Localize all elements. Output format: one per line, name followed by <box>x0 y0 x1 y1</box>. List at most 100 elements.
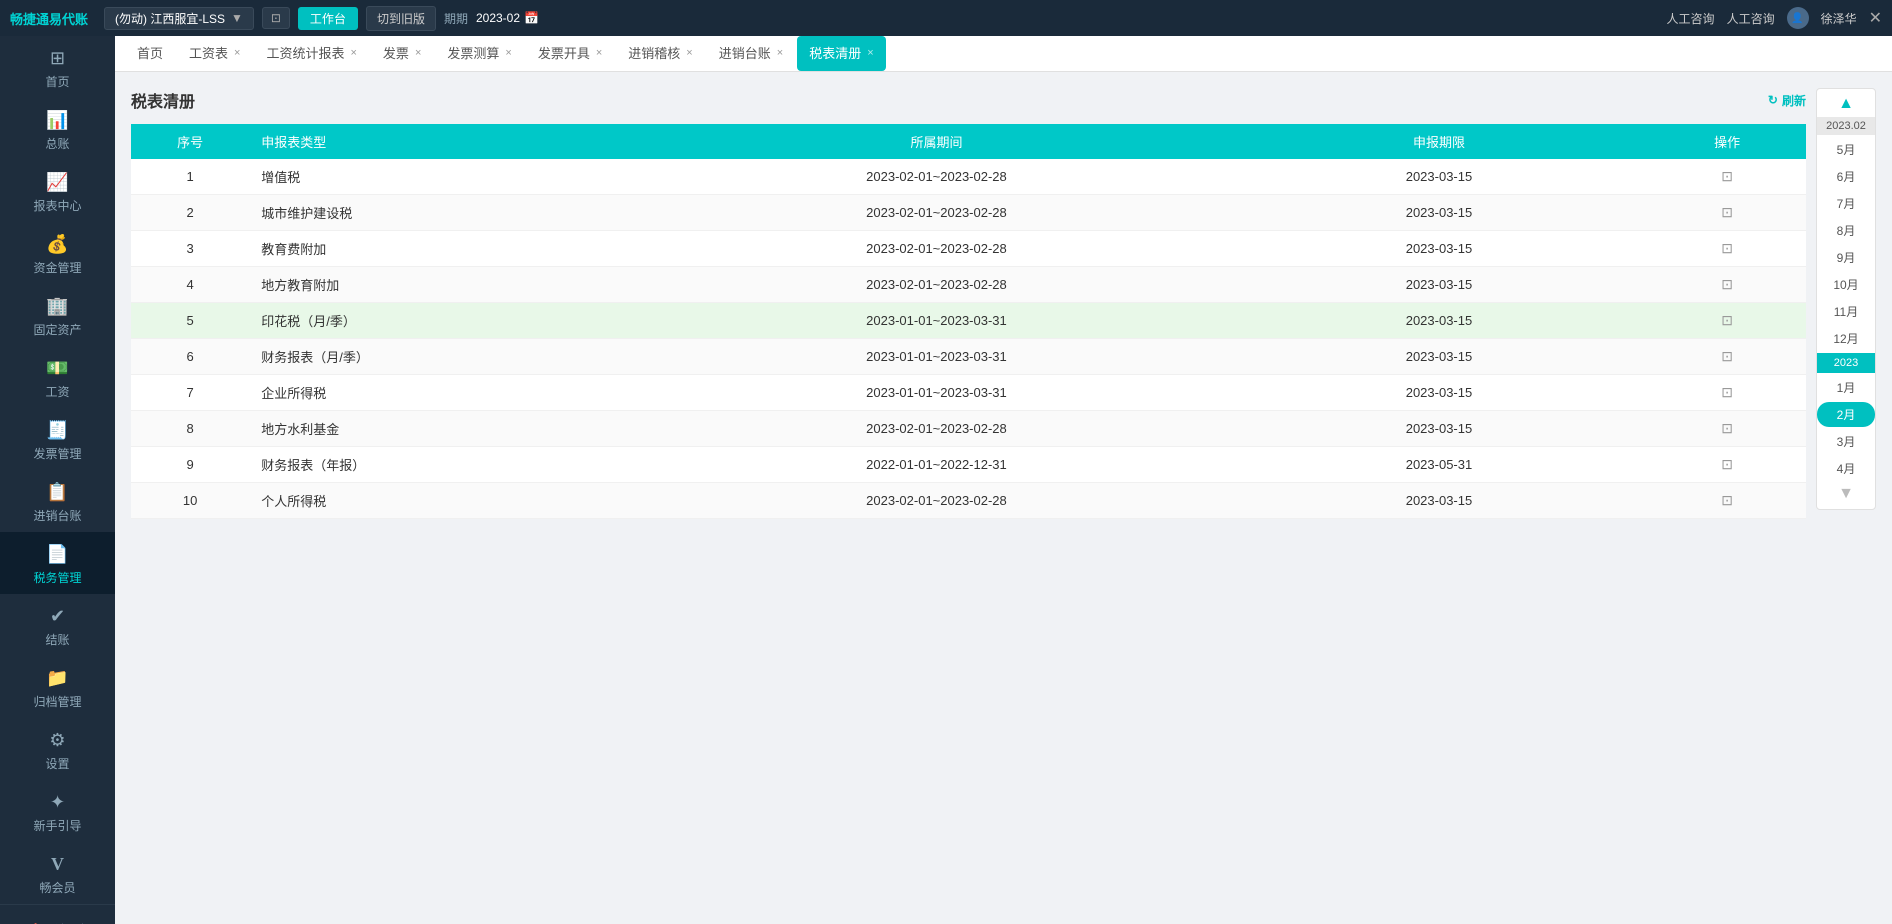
cell-period: 2023-02-01~2023-02-28 <box>643 159 1229 195</box>
cancel-fixed-button[interactable]: 📌 取消固定 <box>0 915 115 924</box>
sidebar-item-new-guide[interactable]: ✦ 新手引导 <box>0 780 115 842</box>
tab-payroll[interactable]: 工资表 × <box>177 36 252 71</box>
period-label: 期期 <box>444 10 468 27</box>
cell-index: 5 <box>131 303 249 339</box>
sidebar-item-member[interactable]: V 畅会员 <box>0 842 115 904</box>
fund-icon: 💰 <box>46 234 68 255</box>
sidebar-item-archive-mgmt[interactable]: 📁 归档管理 <box>0 656 115 718</box>
sidebar-item-payroll[interactable]: 💵 工资 <box>0 346 115 408</box>
workstation-button[interactable]: 工作台 <box>298 7 358 30</box>
tab-invoice[interactable]: 发票 × <box>371 36 433 71</box>
tab-invoice-issue[interactable]: 发票开具 × <box>526 36 614 71</box>
tab-home[interactable]: 首页 <box>125 36 175 71</box>
calendar-icon[interactable]: 📅 <box>524 11 539 25</box>
sidebar-item-settings[interactable]: ⚙ 设置 <box>0 718 115 780</box>
guide-icon: ✦ <box>50 792 65 813</box>
sidebar-item-label: 固定资产 <box>33 321 81 338</box>
row-action-icon[interactable]: ⊡ <box>1721 420 1733 436</box>
cell-period: 2023-01-01~2023-03-31 <box>643 303 1229 339</box>
header-index: 序号 <box>131 124 249 159</box>
page-content: 税表清册 ↻ 刷新 序号 申报表类型 所属期间 申报期限 操作 <box>115 72 1892 924</box>
tab-close-invoice-calc[interactable]: × <box>505 47 511 59</box>
calendar-month-5[interactable]: 5月 <box>1817 137 1875 162</box>
row-action-icon[interactable]: ⊡ <box>1721 204 1733 220</box>
tab-purchase-check[interactable]: 进销稽核 × <box>616 36 704 71</box>
page-title-row: 税表清册 ↻ 刷新 <box>131 88 1806 112</box>
window-close-icon[interactable]: ✕ <box>1869 8 1882 28</box>
switch-old-button[interactable]: 切到旧版 <box>366 6 436 31</box>
sidebar-item-general-ledger[interactable]: 📊 总账 <box>0 98 115 160</box>
table-row: 5 印花税（月/季） 2023-01-01~2023-03-31 2023-03… <box>131 303 1806 339</box>
header-period: 所属期间 <box>643 124 1229 159</box>
header-type: 申报表类型 <box>249 124 643 159</box>
tab-close-purchase-check[interactable]: × <box>686 47 692 59</box>
row-action-icon[interactable]: ⊡ <box>1721 492 1733 508</box>
tab-close-purchase-ledger[interactable]: × <box>777 47 783 59</box>
calendar-month-7[interactable]: 7月 <box>1817 191 1875 216</box>
sidebar-item-label: 发票管理 <box>33 445 81 462</box>
sidebar-item-invoice-mgmt[interactable]: 🧾 发票管理 <box>0 408 115 470</box>
calendar-month-2-active[interactable]: 2月 <box>1817 402 1875 427</box>
ai-consult[interactable]: 人工咨询 <box>1667 10 1715 27</box>
tab-invoice-calc[interactable]: 发票测算 × <box>435 36 523 71</box>
calendar-month-4[interactable]: 4月 <box>1817 456 1875 481</box>
copy-icon[interactable]: ⊡ <box>262 7 290 29</box>
ai-consult-label[interactable]: 人工咨询 <box>1727 10 1775 27</box>
tab-tax-list[interactable]: 税表清册 × <box>797 36 885 71</box>
row-action-icon[interactable]: ⊡ <box>1721 456 1733 472</box>
tab-payroll-stats[interactable]: 工资统计报表 × <box>254 36 368 71</box>
top-bar: 畅捷通易代账 (勿动) 江西服宜-LSS ▼ ⊡ 工作台 切到旧版 期期 202… <box>0 0 1892 36</box>
calendar-next-button[interactable]: ▼ <box>1838 483 1854 505</box>
tab-close-invoice-issue[interactable]: × <box>596 47 602 59</box>
cell-index: 10 <box>131 483 249 519</box>
sidebar-item-fixed-assets[interactable]: 🏢 固定资产 <box>0 284 115 346</box>
settlement-icon: ✔ <box>50 606 65 627</box>
row-action-icon[interactable]: ⊡ <box>1721 312 1733 328</box>
company-selector[interactable]: (勿动) 江西服宜-LSS ▼ <box>104 7 254 30</box>
cell-period: 2023-02-01~2023-02-28 <box>643 411 1229 447</box>
username[interactable]: 徐泽华 <box>1821 10 1857 27</box>
row-action-icon[interactable]: ⊡ <box>1721 384 1733 400</box>
sidebar: ⊞ 首页 📊 总账 📈 报表中心 💰 资金管理 🏢 固定资产 💵 工资 🧾 发票… <box>0 36 115 924</box>
user-avatar: 👤 <box>1787 7 1809 29</box>
main-panel: 税表清册 ↻ 刷新 序号 申报表类型 所属期间 申报期限 操作 <box>131 88 1806 908</box>
tab-purchase-ledger[interactable]: 进销台账 × <box>707 36 795 71</box>
cell-type: 教育费附加 <box>249 231 643 267</box>
refresh-button[interactable]: ↻ 刷新 <box>1768 92 1806 109</box>
sidebar-item-report-center[interactable]: 📈 报表中心 <box>0 160 115 222</box>
calendar-month-8[interactable]: 8月 <box>1817 218 1875 243</box>
header-action: 操作 <box>1648 124 1806 159</box>
sidebar-item-fund-mgmt[interactable]: 💰 资金管理 <box>0 222 115 284</box>
calendar-month-12[interactable]: 12月 <box>1817 326 1875 351</box>
sidebar-item-settlement[interactable]: ✔ 结账 <box>0 594 115 656</box>
sidebar-item-label: 首页 <box>45 73 69 90</box>
row-action-icon[interactable]: ⊡ <box>1721 168 1733 184</box>
calendar-prev-button[interactable]: ▲ <box>1838 93 1854 115</box>
tax-icon: 📄 <box>46 544 68 565</box>
calendar-month-3[interactable]: 3月 <box>1817 429 1875 454</box>
sidebar-item-purchase-sales[interactable]: 📋 进销台账 <box>0 470 115 532</box>
tab-close-payroll[interactable]: × <box>234 47 240 59</box>
row-action-icon[interactable]: ⊡ <box>1721 348 1733 364</box>
calendar-month-10[interactable]: 10月 <box>1817 272 1875 297</box>
app-logo: 畅捷通易代账 <box>10 9 88 28</box>
sidebar-item-home[interactable]: ⊞ 首页 <box>0 36 115 98</box>
calendar-month-6[interactable]: 6月 <box>1817 164 1875 189</box>
tab-close-invoice[interactable]: × <box>415 47 421 59</box>
report-icon: 📈 <box>46 172 68 193</box>
cell-action: ⊡ <box>1648 195 1806 231</box>
table-row: 7 企业所得税 2023-01-01~2023-03-31 2023-03-15… <box>131 375 1806 411</box>
row-action-icon[interactable]: ⊡ <box>1721 276 1733 292</box>
refresh-icon: ↻ <box>1768 93 1778 107</box>
cell-action: ⊡ <box>1648 411 1806 447</box>
company-dropdown-icon: ▼ <box>231 11 243 25</box>
sidebar-item-tax-mgmt[interactable]: 📄 税务管理 <box>0 532 115 594</box>
sidebar-item-label: 畅会员 <box>39 879 75 896</box>
tab-close-tax-list[interactable]: × <box>867 47 873 59</box>
settings-icon: ⚙ <box>49 730 65 751</box>
tab-close-payroll-stats[interactable]: × <box>350 47 356 59</box>
row-action-icon[interactable]: ⊡ <box>1721 240 1733 256</box>
calendar-month-11[interactable]: 11月 <box>1817 299 1875 324</box>
calendar-month-1[interactable]: 1月 <box>1817 375 1875 400</box>
calendar-month-9[interactable]: 9月 <box>1817 245 1875 270</box>
